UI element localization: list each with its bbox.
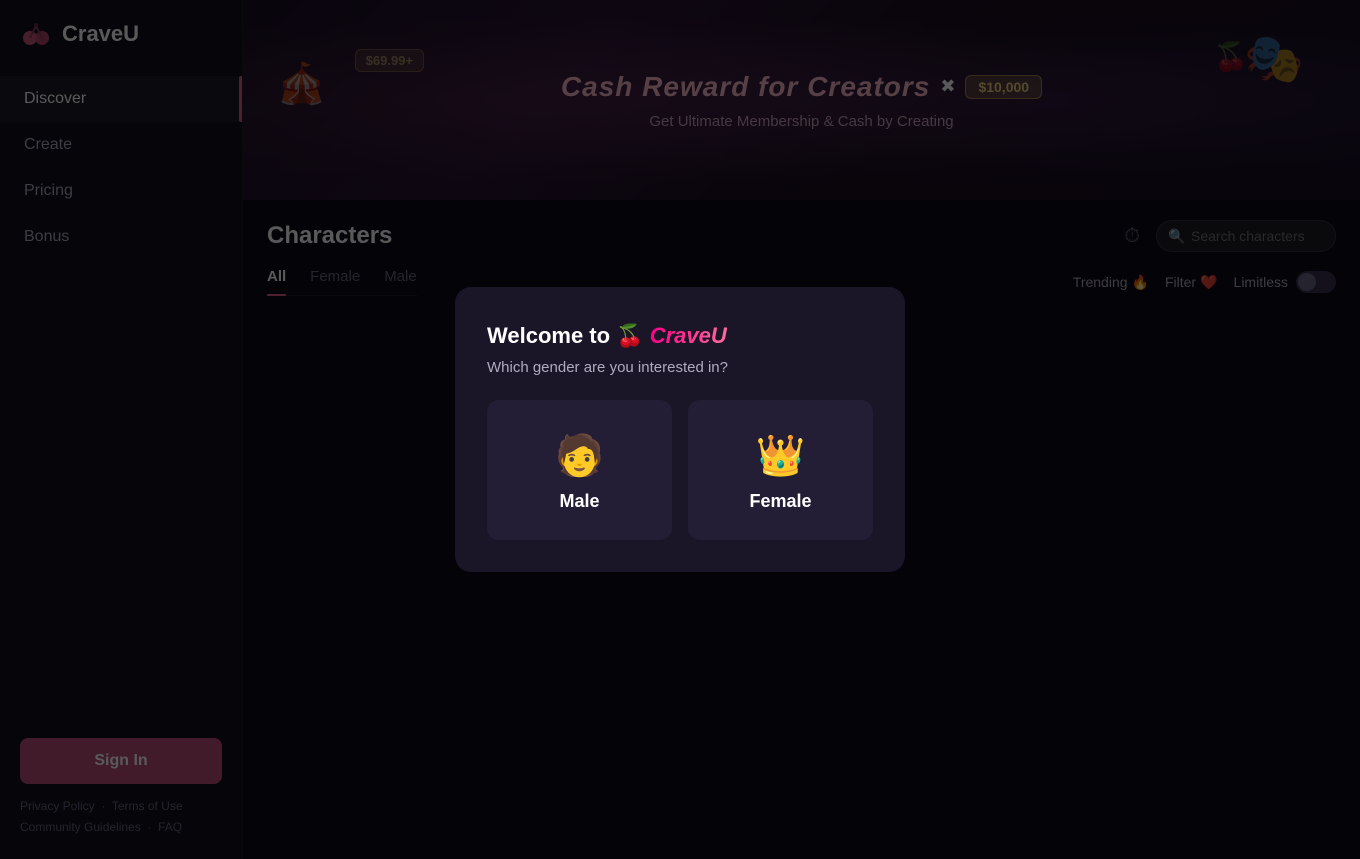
female-option[interactable]: 👑 Female	[688, 400, 873, 540]
welcome-modal: Welcome to 🍒 CraveU Which gender are you…	[455, 287, 905, 572]
male-label: Male	[559, 491, 599, 512]
brand-name: CraveU	[650, 323, 727, 348]
male-option[interactable]: 🧑 Male	[487, 400, 672, 540]
male-emoji: 🧑	[555, 432, 605, 479]
modal-overlay[interactable]: Welcome to 🍒 CraveU Which gender are you…	[0, 0, 1360, 859]
female-emoji: 👑	[756, 432, 806, 479]
modal-subtitle: Which gender are you interested in?	[487, 359, 873, 376]
female-label: Female	[749, 491, 811, 512]
modal-title: Welcome to 🍒 CraveU	[487, 323, 873, 349]
gender-options: 🧑 Male 👑 Female	[487, 400, 873, 540]
brand-emoji: 🍒	[616, 323, 643, 348]
